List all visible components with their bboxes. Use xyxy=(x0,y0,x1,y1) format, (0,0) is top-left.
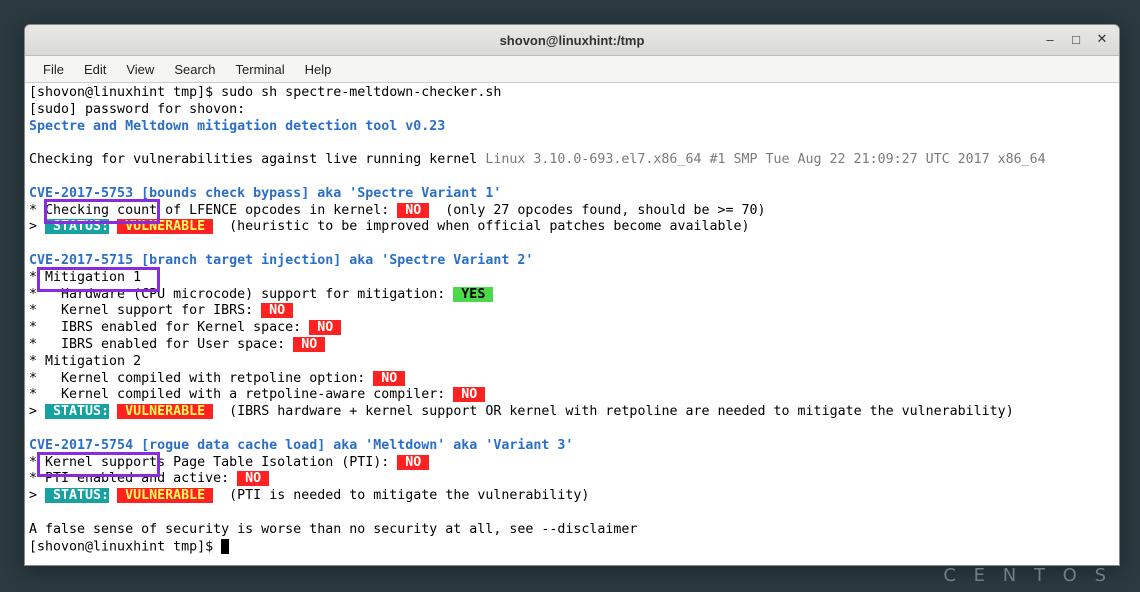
menu-terminal[interactable]: Terminal xyxy=(226,59,295,80)
output-line: [sudo] password for shovon: xyxy=(29,102,245,117)
menu-search[interactable]: Search xyxy=(164,59,225,80)
badge-yes: YES xyxy=(453,287,493,302)
output-line: * Mitigation 1 xyxy=(29,270,141,285)
maximize-button[interactable]: □ xyxy=(1065,29,1087,49)
prompt: [shovon@linuxhint tmp]$ xyxy=(29,539,221,554)
output-line: * Kernel support for IBRS: xyxy=(29,303,261,318)
badge-vulnerable: VULNERABLE xyxy=(117,219,213,234)
cve-desc: [rogue data cache load] aka 'Meltdown' a… xyxy=(133,438,573,453)
badge-no: NO xyxy=(397,203,429,218)
terminal-content[interactable]: [shovon@linuxhint tmp]$ sudo sh spectre-… xyxy=(25,83,1119,558)
output-line: * IBRS enabled for Kernel space: xyxy=(29,320,309,335)
close-button[interactable]: ✕ xyxy=(1091,29,1113,49)
cve-desc: [bounds check bypass] aka 'Spectre Varia… xyxy=(133,186,501,201)
cve-desc: [branch target injection] aka 'Spectre V… xyxy=(133,253,533,268)
output-line: (only 27 opcodes found, should be >= 70) xyxy=(429,203,765,218)
output-line: * IBRS enabled for User space: xyxy=(29,337,293,352)
prompt: [shovon@linuxhint tmp]$ xyxy=(29,85,221,100)
menu-help[interactable]: Help xyxy=(295,59,342,80)
badge-no: NO xyxy=(309,320,341,335)
menubar: File Edit View Search Terminal Help xyxy=(25,56,1119,83)
menu-view[interactable]: View xyxy=(116,59,164,80)
minimize-button[interactable]: – xyxy=(1039,29,1061,49)
output-line: * Hardware (CPU microcode) support for m… xyxy=(29,287,453,302)
badge-no: NO xyxy=(293,337,325,352)
output-line: (IBRS hardware + kernel support OR kerne… xyxy=(213,404,1014,419)
badge-no: NO xyxy=(261,303,293,318)
desktop-brand: C E N T O S xyxy=(943,565,1112,586)
output-line: Checking for vulnerabilities against liv… xyxy=(29,152,485,167)
output-line: * Checking count of LFENCE opcodes in ke… xyxy=(29,203,397,218)
status-label: STATUS: xyxy=(45,488,109,503)
output-line: * PTI enabled and active: xyxy=(29,471,237,486)
kernel-version: Linux 3.10.0-693.el7.x86_64 #1 SMP Tue A… xyxy=(485,152,1045,167)
output-line: * Kernel supports Page Table Isolation (… xyxy=(29,455,397,470)
status-label: STATUS: xyxy=(45,219,109,234)
output-line: A false sense of security is worse than … xyxy=(29,522,637,537)
window-controls: – □ ✕ xyxy=(1039,29,1113,49)
cursor xyxy=(221,539,229,554)
badge-vulnerable: VULNERABLE xyxy=(117,404,213,419)
output-line: > xyxy=(29,488,45,503)
window-title: shovon@linuxhint:/tmp xyxy=(25,33,1119,48)
menu-file[interactable]: File xyxy=(33,59,74,80)
menu-edit[interactable]: Edit xyxy=(74,59,116,80)
output-line: * Kernel compiled with a retpoline-aware… xyxy=(29,387,453,402)
titlebar[interactable]: shovon@linuxhint:/tmp – □ ✕ xyxy=(25,25,1119,56)
cve-id-2: CVE-2017-5715 xyxy=(29,253,133,268)
output-line: * Mitigation 2 xyxy=(29,354,141,369)
cve-id-1: CVE-2017-5753 xyxy=(29,186,133,201)
badge-no: NO xyxy=(373,371,405,386)
badge-vulnerable: VULNERABLE xyxy=(117,488,213,503)
badge-no: NO xyxy=(397,455,429,470)
output-line: > xyxy=(29,219,45,234)
badge-no: NO xyxy=(237,471,269,486)
output-line: > xyxy=(29,404,45,419)
command: sudo sh spectre-meltdown-checker.sh xyxy=(221,85,501,100)
output-line: * Kernel compiled with retpoline option: xyxy=(29,371,373,386)
output-line: (heuristic to be improved when official … xyxy=(213,219,749,234)
status-label: STATUS: xyxy=(45,404,109,419)
banner: Spectre and Meltdown mitigation detectio… xyxy=(29,119,445,134)
badge-no: NO xyxy=(453,387,485,402)
cve-id-3: CVE-2017-5754 xyxy=(29,438,133,453)
output-line: (PTI is needed to mitigate the vulnerabi… xyxy=(213,488,589,503)
terminal-window: shovon@linuxhint:/tmp – □ ✕ File Edit Vi… xyxy=(24,24,1120,566)
